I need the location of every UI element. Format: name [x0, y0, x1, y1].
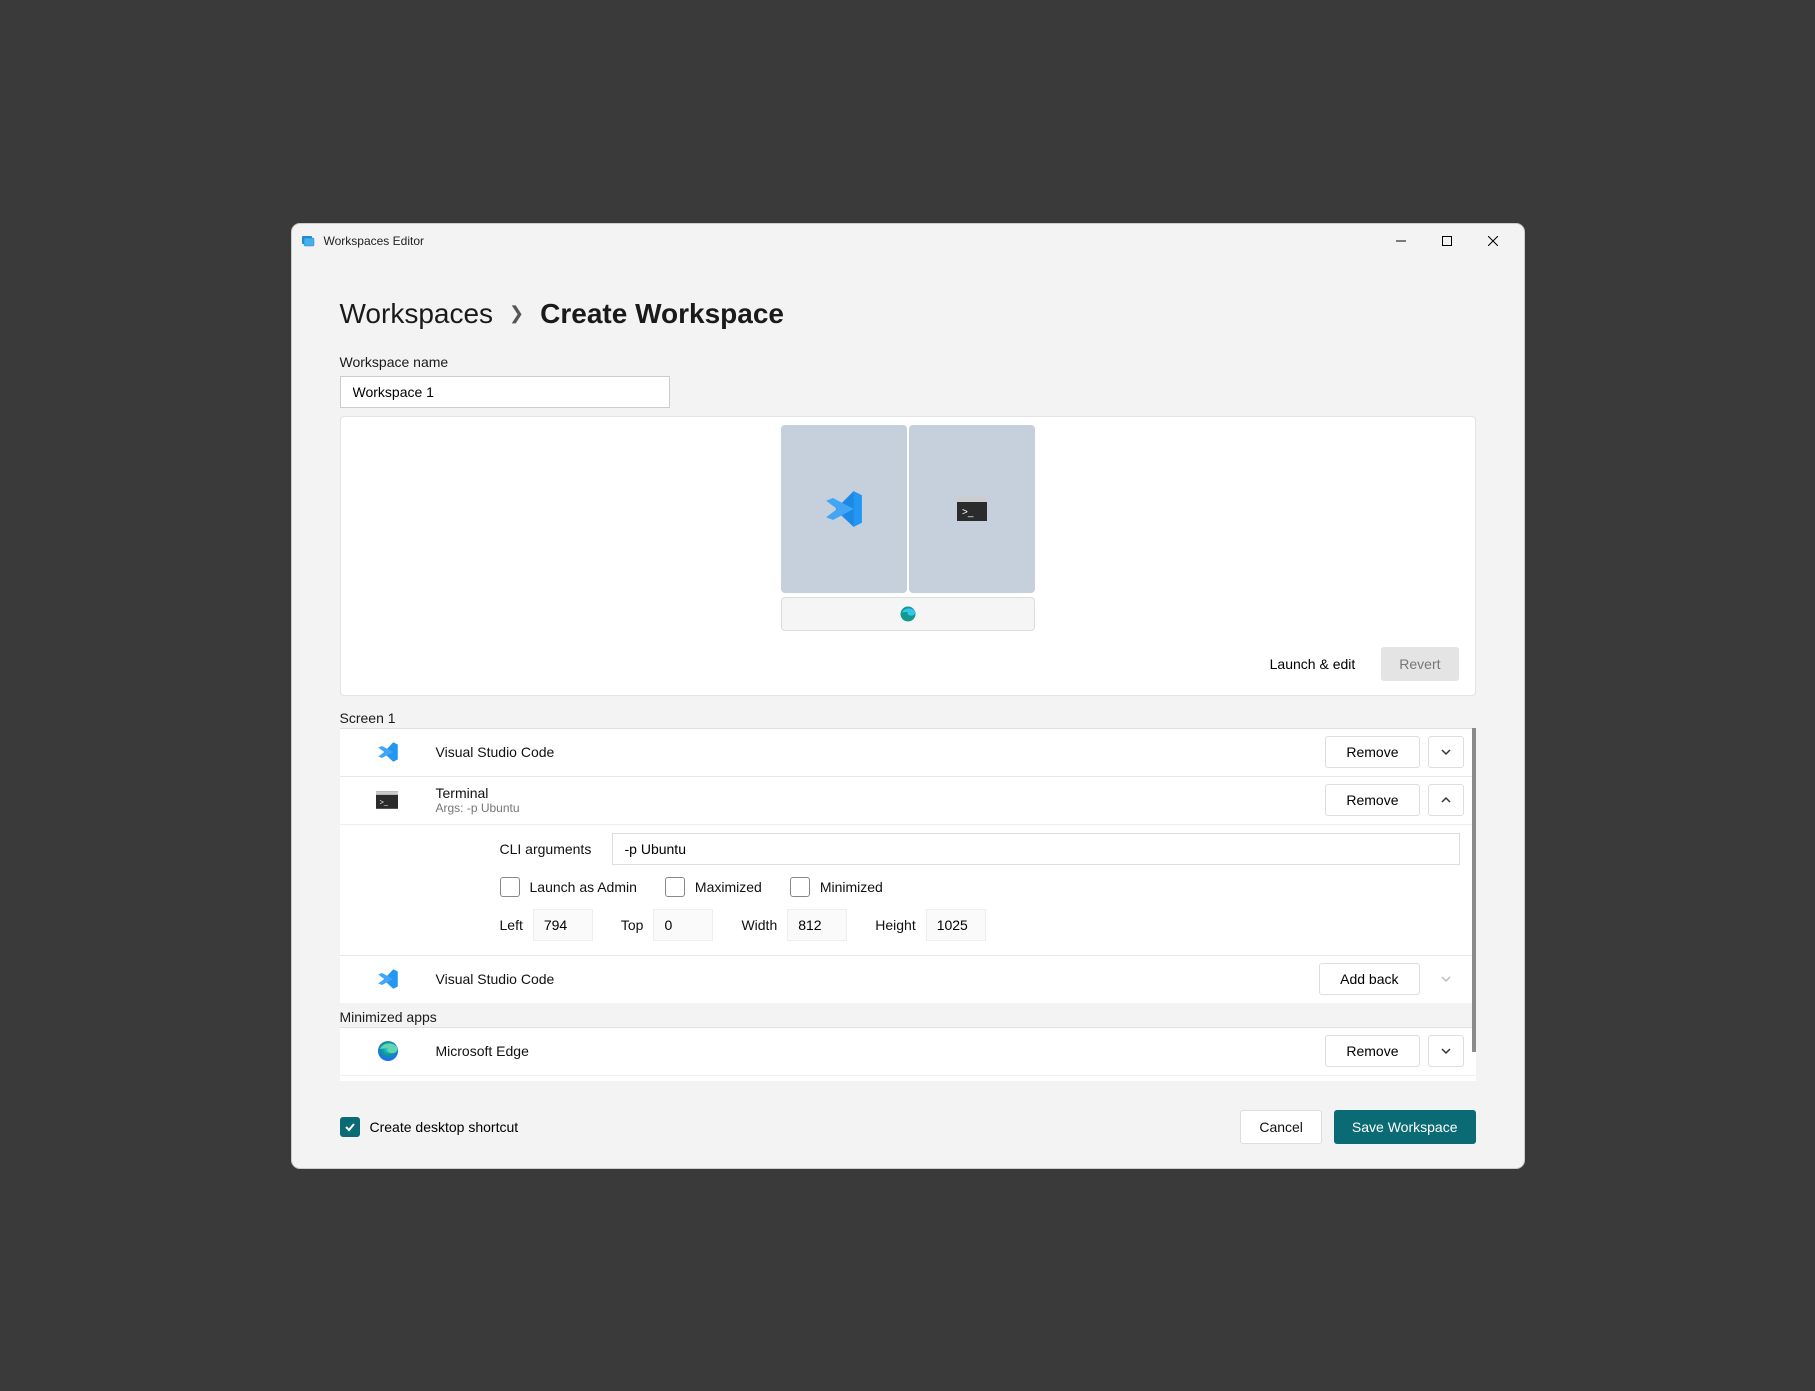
remove-button[interactable]: Remove: [1325, 784, 1419, 816]
left-label: Left: [500, 917, 523, 933]
launch-as-admin-checkbox[interactable]: [500, 877, 520, 897]
maximized-checkbox[interactable]: [665, 877, 685, 897]
remove-button[interactable]: Remove: [1325, 736, 1419, 768]
width-input[interactable]: [787, 909, 847, 941]
remove-button[interactable]: Remove: [1325, 1035, 1419, 1067]
expand-button[interactable]: [1428, 736, 1464, 768]
app-row-terminal: >_ Terminal Args: -p Ubuntu Remove: [340, 776, 1476, 824]
breadcrumb-current: Create Workspace: [540, 298, 784, 330]
minimized-section-label: Minimized apps: [340, 1009, 1476, 1025]
edge-icon: [899, 605, 917, 623]
preview-tile-edge[interactable]: [781, 597, 1035, 631]
checkmark-icon: [344, 1121, 356, 1133]
maximized-label: Maximized: [695, 879, 762, 895]
window: Workspaces Editor Workspaces ❯ Create Wo…: [292, 224, 1524, 1168]
app-subtitle: Args: -p Ubuntu: [436, 801, 1326, 815]
top-label: Top: [621, 917, 644, 933]
create-shortcut-label: Create desktop shortcut: [370, 1119, 519, 1135]
height-input[interactable]: [926, 909, 986, 941]
revert-button: Revert: [1381, 647, 1458, 681]
workspace-name-label: Workspace name: [340, 354, 1476, 370]
layout-preview: >_ Launch & edit Revert: [340, 416, 1476, 696]
terminal-icon: >_: [957, 497, 987, 521]
vscode-icon: [822, 487, 866, 531]
app-row-edge: Microsoft Edge Remove: [340, 1027, 1476, 1075]
app-icon: [300, 233, 316, 249]
minimized-label: Minimized: [820, 879, 883, 895]
edge-icon: [356, 1039, 436, 1063]
chevron-down-icon: [1440, 1045, 1452, 1057]
chevron-down-icon: [1440, 973, 1452, 985]
breadcrumb: Workspaces ❯ Create Workspace: [340, 298, 1476, 330]
left-input[interactable]: [533, 909, 593, 941]
scrollbar[interactable]: [1470, 728, 1476, 1081]
workspace-name-input[interactable]: [340, 376, 670, 408]
launch-edit-button[interactable]: Launch & edit: [1252, 647, 1374, 681]
collapse-button[interactable]: [1428, 784, 1464, 816]
cli-args-label: CLI arguments: [500, 841, 596, 857]
chevron-right-icon: ❯: [509, 303, 524, 324]
cancel-button[interactable]: Cancel: [1240, 1110, 1322, 1144]
chevron-down-icon: [1440, 746, 1452, 758]
top-input[interactable]: [653, 909, 713, 941]
breadcrumb-root[interactable]: Workspaces: [340, 298, 494, 330]
add-back-button[interactable]: Add back: [1319, 963, 1419, 995]
svg-text:>_: >_: [962, 507, 974, 518]
close-button[interactable]: [1470, 224, 1516, 258]
titlebar: Workspaces Editor: [292, 224, 1524, 258]
vscode-icon: [356, 967, 436, 991]
terminal-details: CLI arguments Launch as Admin Maximized …: [340, 824, 1476, 955]
footer: Create desktop shortcut Cancel Save Work…: [340, 1092, 1476, 1144]
maximize-button[interactable]: [1424, 224, 1470, 258]
height-label: Height: [875, 917, 915, 933]
app-row-vscode-removed: Visual Studio Code Add back: [340, 955, 1476, 1003]
preview-tile-vscode[interactable]: [781, 425, 907, 593]
chevron-up-icon: [1440, 794, 1452, 806]
app-list: Visual Studio Code Remove >_ Terminal Ar…: [340, 728, 1476, 1003]
preview-tile-terminal[interactable]: >_: [909, 425, 1035, 593]
minimize-button[interactable]: [1378, 224, 1424, 258]
app-title: Microsoft Edge: [436, 1043, 1326, 1059]
screen-section-label: Screen 1: [340, 710, 1476, 726]
expand-button-disabled: [1428, 963, 1464, 995]
expand-button[interactable]: [1428, 1035, 1464, 1067]
cli-args-input[interactable]: [612, 833, 1460, 865]
launch-as-admin-label: Launch as Admin: [530, 879, 637, 895]
save-workspace-button[interactable]: Save Workspace: [1334, 1110, 1476, 1144]
app-title: Visual Studio Code: [436, 744, 1326, 760]
window-title: Workspaces Editor: [324, 234, 424, 248]
minimized-checkbox[interactable]: [790, 877, 810, 897]
app-title: Visual Studio Code: [436, 971, 1320, 987]
app-title: Terminal: [436, 785, 1326, 801]
width-label: Width: [741, 917, 777, 933]
svg-text:>_: >_: [379, 797, 388, 806]
terminal-icon: >_: [356, 791, 436, 809]
create-shortcut-checkbox[interactable]: [340, 1117, 360, 1137]
vscode-icon: [356, 740, 436, 764]
app-row-vscode: Visual Studio Code Remove: [340, 728, 1476, 776]
